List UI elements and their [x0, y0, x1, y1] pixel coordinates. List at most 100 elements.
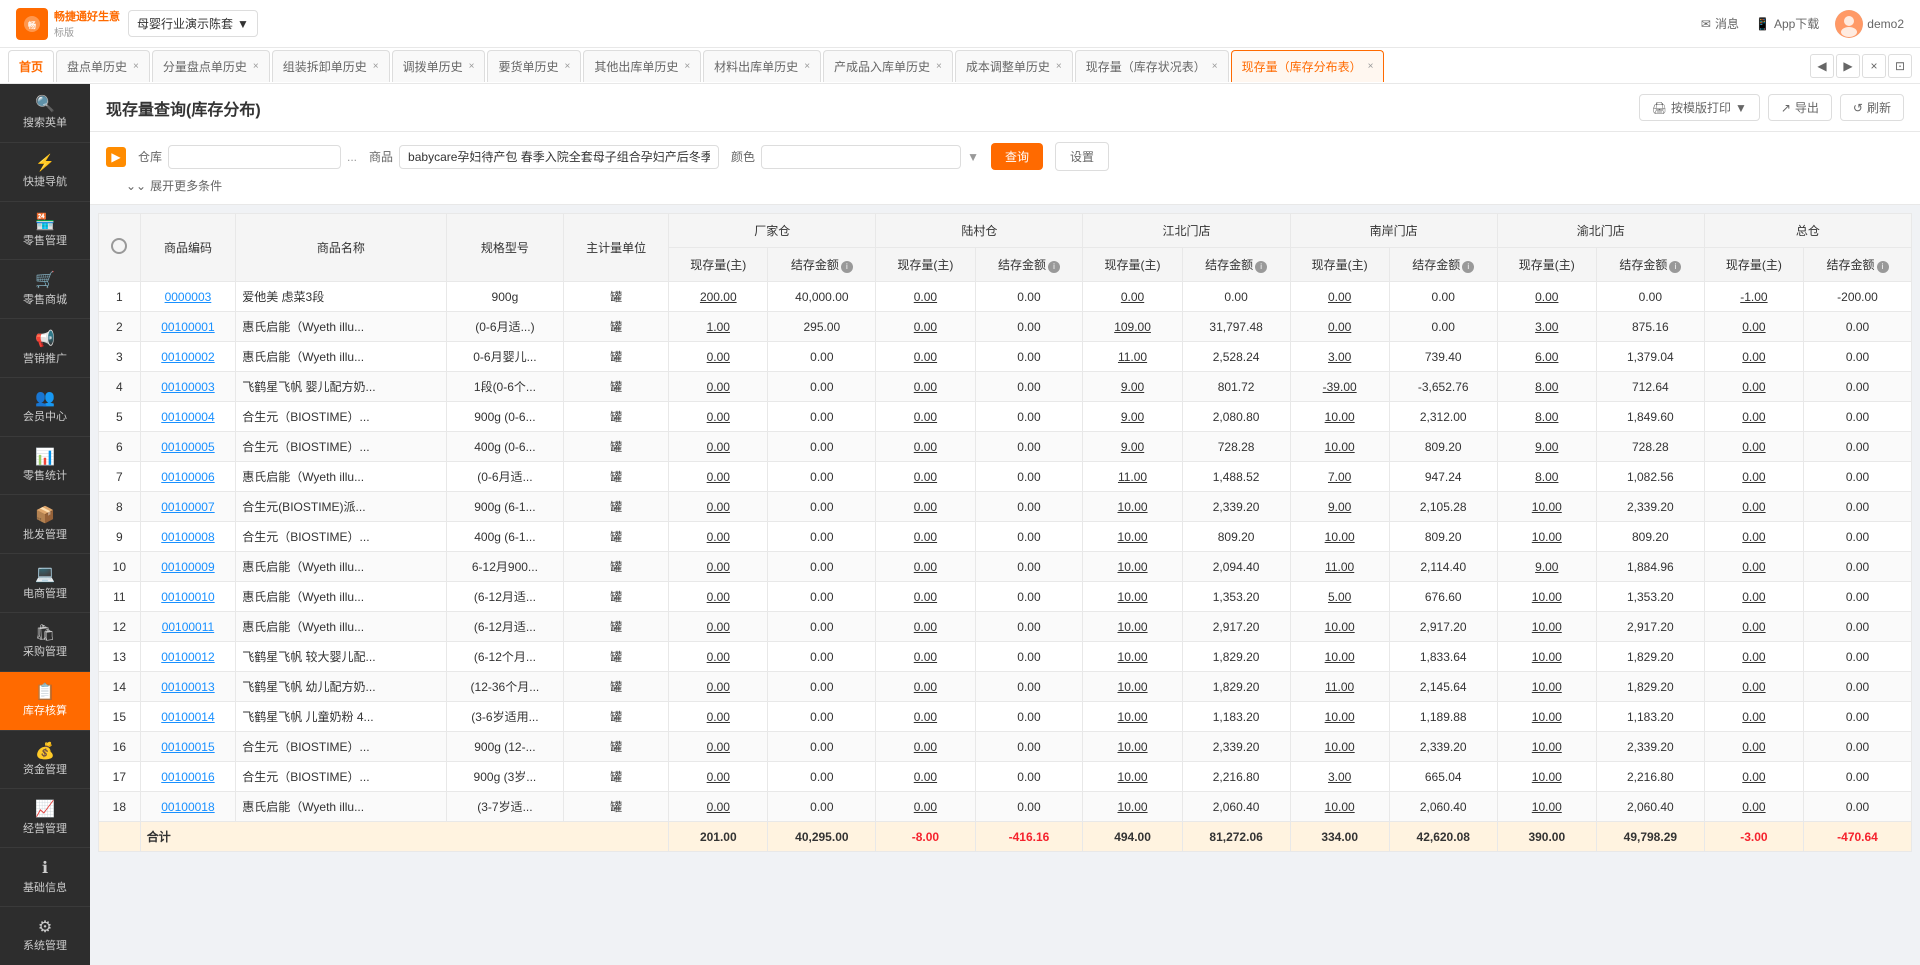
info-icon[interactable]: i: [1877, 261, 1889, 273]
total-amt: 0.00: [1804, 342, 1912, 372]
tab-home[interactable]: 首页: [8, 50, 54, 82]
tab-material-out[interactable]: 材料出库单历史×: [703, 50, 821, 82]
sidebar-item-ecommerce[interactable]: 💻 电商管理: [0, 554, 90, 613]
jiangbei-amt: 2,060.40: [1182, 792, 1290, 822]
sidebar-item-system[interactable]: ⚙ 系统管理: [0, 907, 90, 965]
expand-row-btn[interactable]: ▶: [106, 147, 126, 167]
tab-close-btn[interactable]: ×: [1212, 61, 1218, 72]
luchen-qty: 0.00: [876, 282, 975, 312]
query-btn[interactable]: 查询: [991, 143, 1043, 170]
app-download-btn[interactable]: 📱 App下载: [1755, 15, 1819, 32]
tab-close-btn[interactable]: ×: [936, 61, 942, 72]
info-icon[interactable]: i: [1048, 261, 1060, 273]
product-unit: 罐: [564, 462, 669, 492]
info-icon[interactable]: i: [1669, 261, 1681, 273]
tab-next-btn[interactable]: ▶: [1836, 54, 1860, 78]
info-icon[interactable]: i: [841, 261, 853, 273]
luchen-amt: 0.00: [975, 282, 1083, 312]
yubeimen-amt: 0.00: [1596, 282, 1704, 312]
tab-close-btn[interactable]: ×: [1056, 61, 1062, 72]
luchen-qty: 0.00: [876, 732, 975, 762]
th-luchen-group: 陆村仓: [876, 214, 1083, 248]
company-selector[interactable]: 母婴行业演示陈套 ▼: [128, 10, 258, 37]
product-code: 00100014: [140, 702, 235, 732]
user-avatar-area[interactable]: demo2: [1835, 10, 1904, 38]
tab-close-btn[interactable]: ×: [253, 61, 259, 72]
tab-label: 调拨单历史: [403, 58, 463, 75]
tab-close-btn[interactable]: ×: [133, 61, 139, 72]
row-num: 16: [99, 732, 141, 762]
summary-factory-amt: 40,295.00: [768, 822, 876, 852]
tab-purchase-order[interactable]: 要货单历史×: [487, 50, 581, 82]
sidebar-item-search[interactable]: 🔍 搜索英单: [0, 84, 90, 143]
product-code: 00100008: [140, 522, 235, 552]
warehouse-input[interactable]: [168, 145, 341, 169]
color-input[interactable]: [761, 145, 961, 169]
tab-stock-dist-active[interactable]: 现存量（库存分布表）×: [1231, 50, 1385, 82]
sidebar-icon: 📦: [8, 505, 82, 527]
jiangbei-amt: 0.00: [1182, 282, 1290, 312]
export-btn[interactable]: ↗ 导出: [1768, 94, 1832, 121]
tab-close-btn[interactable]: ×: [469, 61, 475, 72]
product-name: 惠氏启能（Wyeth illu...: [236, 792, 446, 822]
sidebar-item-marketing[interactable]: 📢 营销推广: [0, 319, 90, 378]
product-spec: (3-6岁适用...: [446, 702, 564, 732]
tab-nav-buttons: ◀ ▶ × ⊡: [1810, 54, 1912, 78]
jiangbei-qty: 10.00: [1083, 642, 1182, 672]
sidebar-item-operations[interactable]: 📈 经营管理: [0, 789, 90, 848]
info-icon[interactable]: i: [1255, 261, 1267, 273]
tab-close-all-btn[interactable]: ×: [1862, 54, 1886, 78]
expand-conditions-btn[interactable]: ⌄⌄ 展开更多条件: [126, 177, 222, 194]
tab-stock-status[interactable]: 现存量（库存状况表）×: [1075, 50, 1229, 82]
tab-close-btn[interactable]: ×: [684, 61, 690, 72]
sidebar-item-member[interactable]: 👥 会员中心: [0, 378, 90, 437]
settings-btn[interactable]: 设置: [1055, 142, 1109, 171]
tab-cost-adjust[interactable]: 成本调整单历史×: [955, 50, 1073, 82]
row-num: 13: [99, 642, 141, 672]
total-qty: 0.00: [1704, 702, 1803, 732]
export-icon: ↗: [1781, 101, 1791, 115]
tab-branch-stocktake[interactable]: 分量盘点单历史×: [152, 50, 270, 82]
product-unit: 罐: [564, 402, 669, 432]
tab-transfer[interactable]: 调拨单历史 ×: [392, 50, 486, 82]
yubeimen-qty: 10.00: [1497, 612, 1596, 642]
tab-close-btn[interactable]: ×: [1368, 61, 1374, 72]
sidebar-item-retail-stats[interactable]: 📊 零售统计: [0, 437, 90, 496]
sidebar-item-purchase[interactable]: 🛍 采购管理: [0, 613, 90, 672]
print-btn[interactable]: 🖨 按模版打印 ▼: [1639, 94, 1760, 121]
sidebar-item-finance[interactable]: 💰 资金管理: [0, 731, 90, 790]
tab-disassembly[interactable]: 组装拆卸单历史×: [272, 50, 390, 82]
product-name: 飞鹤星飞帆 较大婴儿配...: [236, 642, 446, 672]
sidebar-item-quicknav[interactable]: ⚡ 快捷导航: [0, 143, 90, 202]
luchen-amt: 0.00: [975, 492, 1083, 522]
tab-close-btn[interactable]: ×: [804, 61, 810, 72]
jiangbei-qty: 10.00: [1083, 552, 1182, 582]
total-qty: 0.00: [1704, 612, 1803, 642]
th-gear[interactable]: [99, 214, 141, 282]
tab-product-in[interactable]: 产成品入库单历史×: [823, 50, 953, 82]
warehouse-ellipsis[interactable]: ...: [347, 150, 357, 164]
tab-other-out[interactable]: 其他出库单历史×: [583, 50, 701, 82]
tab-expand-btn[interactable]: ⊡: [1888, 54, 1912, 78]
row-num: 9: [99, 522, 141, 552]
info-icon[interactable]: i: [1462, 261, 1474, 273]
sidebar-item-retail-mall[interactable]: 🛒 零售商城: [0, 260, 90, 319]
tab-close-btn[interactable]: ×: [373, 61, 379, 72]
sidebar-item-inventory[interactable]: 📋 库存核算: [0, 672, 90, 731]
factory-amt: 40,000.00: [768, 282, 876, 312]
factory-amt: 0.00: [768, 612, 876, 642]
jiangbei-amt: 809.20: [1182, 522, 1290, 552]
sidebar-item-retail-mgmt[interactable]: 🏪 零售管理: [0, 202, 90, 261]
sidebar-item-wholesale[interactable]: 📦 批发管理: [0, 495, 90, 554]
tab-stocktake[interactable]: 盘点单历史×: [56, 50, 150, 82]
jiangbei-amt: 1,829.20: [1182, 642, 1290, 672]
color-dropdown-icon[interactable]: ▼: [967, 150, 979, 164]
refresh-btn[interactable]: ↺ 刷新: [1840, 94, 1904, 121]
product-input[interactable]: [399, 145, 719, 169]
sidebar-item-basic-info[interactable]: ℹ 基础信息: [0, 848, 90, 907]
factory-amt: 0.00: [768, 792, 876, 822]
tab-prev-btn[interactable]: ◀: [1810, 54, 1834, 78]
message-btn[interactable]: ✉ 消息: [1701, 15, 1739, 32]
sidebar-icon: 💰: [8, 741, 82, 763]
tab-close-btn[interactable]: ×: [564, 61, 570, 72]
